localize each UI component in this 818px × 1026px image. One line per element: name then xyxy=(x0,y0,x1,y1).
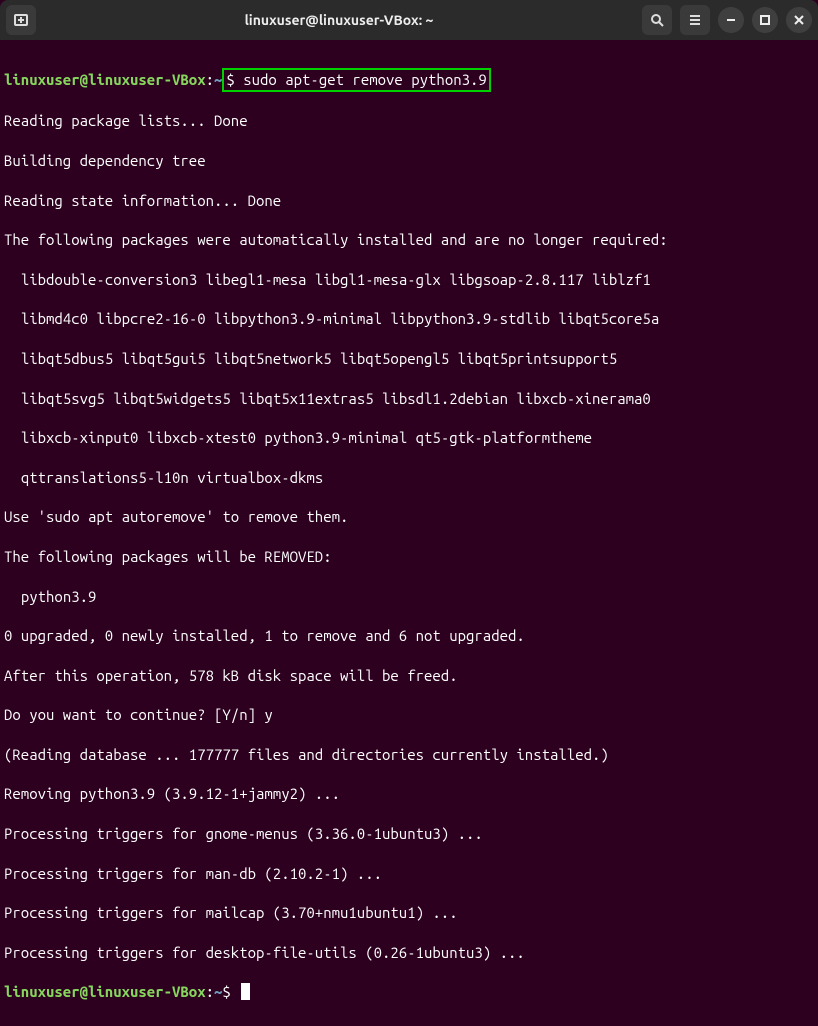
new-tab-button[interactable] xyxy=(6,5,36,35)
titlebar-right xyxy=(642,5,812,35)
prompt-colon: : xyxy=(206,71,214,88)
output-line: Processing triggers for mailcap (3.70+nm… xyxy=(4,903,814,923)
cursor xyxy=(241,983,250,1000)
prompt-symbol: $ xyxy=(226,71,234,88)
command-text: sudo apt-get remove python3.9 xyxy=(235,71,487,88)
output-line: python3.9 xyxy=(4,587,814,607)
output-line: After this operation, 578 kB disk space … xyxy=(4,666,814,686)
prompt-line-1: linuxuser@linuxuser-VBox:~$ sudo apt-get… xyxy=(4,68,814,92)
command-highlight: $ sudo apt-get remove python3.9 xyxy=(222,68,490,92)
output-line: libdouble-conversion3 libegl1-mesa libgl… xyxy=(4,270,814,290)
output-line: libxcb-xinput0 libxcb-xtest0 python3.9-m… xyxy=(4,428,814,448)
output-line: qttranslations5-l10n virtualbox-dkms xyxy=(4,468,814,488)
output-line: Processing triggers for man-db (2.10.2-1… xyxy=(4,864,814,884)
window-title: linuxuser@linuxuser-VBox: ~ xyxy=(36,12,642,28)
output-line: Reading state information... Done xyxy=(4,191,814,211)
output-line: Processing triggers for gnome-menus (3.3… xyxy=(4,824,814,844)
prompt-path: ~ xyxy=(214,71,222,88)
output-line: libqt5dbus5 libqt5gui5 libqt5network5 li… xyxy=(4,349,814,369)
output-line: Use 'sudo apt autoremove' to remove them… xyxy=(4,507,814,527)
output-line: The following packages were automaticall… xyxy=(4,230,814,250)
prompt-path: ~ xyxy=(214,983,222,1000)
output-line: (Reading database ... 177777 files and d… xyxy=(4,745,814,765)
output-line: Reading package lists... Done xyxy=(4,111,814,131)
terminal-area[interactable]: linuxuser@linuxuser-VBox:~$ sudo apt-get… xyxy=(0,40,818,1026)
output-line: The following packages will be REMOVED: xyxy=(4,547,814,567)
prompt-user-host: linuxuser@linuxuser-VBox xyxy=(4,983,206,1000)
maximize-button[interactable] xyxy=(752,7,778,33)
close-button[interactable] xyxy=(786,7,812,33)
minimize-button[interactable] xyxy=(718,7,744,33)
titlebar: linuxuser@linuxuser-VBox: ~ xyxy=(0,0,818,40)
search-button[interactable] xyxy=(642,5,672,35)
prompt-colon: : xyxy=(206,983,214,1000)
output-line: libqt5svg5 libqt5widgets5 libqt5x11extra… xyxy=(4,389,814,409)
prompt-line-2: linuxuser@linuxuser-VBox:~$ xyxy=(4,982,814,1002)
output-line: libmd4c0 libpcre2-16-0 libpython3.9-mini… xyxy=(4,309,814,329)
output-line: Do you want to continue? [Y/n] y xyxy=(4,705,814,725)
output-line: 0 upgraded, 0 newly installed, 1 to remo… xyxy=(4,626,814,646)
prompt-symbol: $ xyxy=(222,983,230,1000)
prompt-user-host: linuxuser@linuxuser-VBox xyxy=(4,71,206,88)
output-line: Removing python3.9 (3.9.12-1+jammy2) ... xyxy=(4,784,814,804)
menu-button[interactable] xyxy=(680,5,710,35)
titlebar-left xyxy=(6,5,36,35)
output-line: Building dependency tree xyxy=(4,151,814,171)
output-line: Processing triggers for desktop-file-uti… xyxy=(4,943,814,963)
